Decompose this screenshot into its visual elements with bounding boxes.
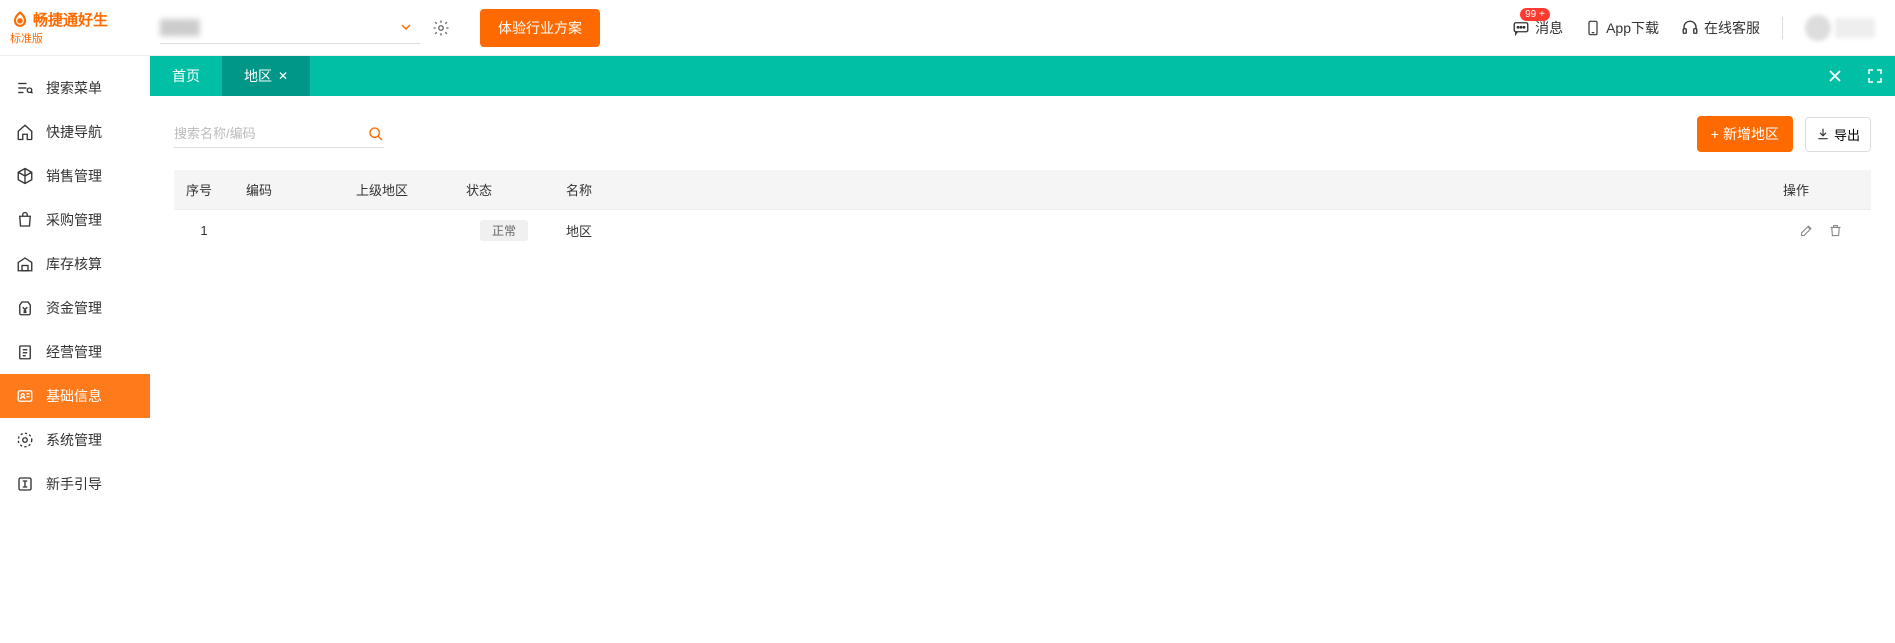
system-icon [16,431,34,449]
logo-text: 畅捷通好生 [33,9,108,30]
th-code: 编码 [234,170,344,210]
sidebar-label: 采购管理 [46,210,102,230]
th-status: 状态 [454,170,554,210]
sidebar-item-finance[interactable]: 资金管理 [0,286,150,330]
sidebar-item-guide[interactable]: 新手引导 [0,462,150,506]
message-link[interactable]: 99 + 消息 [1512,18,1563,38]
experience-button[interactable]: 体验行业方案 [480,9,600,47]
cell-seq: 1 [174,210,234,252]
tab-label: 地区 [244,66,272,86]
sidebar-label: 销售管理 [46,166,102,186]
sidebar-item-purchase[interactable]: 采购管理 [0,198,150,242]
message-label: 消息 [1535,18,1563,38]
online-service-link[interactable]: 在线客服 [1681,18,1760,38]
toolbar: + 新增地区 导出 [174,116,1871,152]
id-card-icon [16,387,34,405]
avatar [1805,15,1831,41]
sidebar-item-quick-nav[interactable]: 快捷导航 [0,110,150,154]
close-all-tabs-button[interactable] [1815,56,1855,96]
sidebar-label: 经营管理 [46,342,102,362]
sidebar-item-system[interactable]: 系统管理 [0,418,150,462]
search-wrap [174,120,384,148]
sidebar-item-sales[interactable]: 销售管理 [0,154,150,198]
export-button[interactable]: 导出 [1805,117,1871,152]
th-seq: 序号 [174,170,234,210]
clipboard-icon [16,343,34,361]
th-op: 操作 [1771,170,1871,210]
gear-icon[interactable] [432,19,450,37]
fullscreen-icon [1868,69,1882,83]
logo-icon [10,10,30,30]
app-download-link[interactable]: App下载 [1585,18,1659,38]
tab-region[interactable]: 地区 ✕ [222,56,310,96]
tab-home[interactable]: 首页 [150,56,222,96]
sidebar: 搜索菜单 快捷导航 销售管理 采购管理 库存核算 资金管理 经营管理 基础信息 [0,56,150,643]
message-icon [1512,19,1530,37]
app-download-label: App下载 [1606,18,1659,38]
close-icon[interactable]: ✕ [278,69,288,83]
sidebar-label: 新手引导 [46,474,102,494]
fullscreen-button[interactable] [1855,56,1895,96]
table-row: 1 正常 地区 [174,210,1871,252]
th-name: 名称 [554,170,1771,210]
search-icon[interactable] [368,126,384,142]
company-selector[interactable]: ████ [160,12,420,44]
header: 畅捷通好生 标准版 ████ 体验行业方案 99 + 消息 App下载 在线客服 [0,0,1895,56]
money-icon [16,299,34,317]
edit-icon[interactable] [1799,223,1814,238]
phone-icon [1585,19,1601,37]
sidebar-label: 资金管理 [46,298,102,318]
sidebar-item-basic-info[interactable]: 基础信息 [0,374,150,418]
status-badge: 正常 [480,220,528,241]
sidebar-item-inventory[interactable]: 库存核算 [0,242,150,286]
cell-name: 地区 [554,210,1771,252]
sidebar-item-search-menu[interactable]: 搜索菜单 [0,66,150,110]
cell-status: 正常 [454,210,554,252]
cell-op [1771,210,1871,252]
delete-icon[interactable] [1828,223,1843,238]
export-button-label: 导出 [1834,125,1860,144]
content: + 新增地区 导出 序号 编码 上级地区 状态 名称 操作 [150,96,1895,643]
company-name: ████ [160,19,392,35]
main: 首页 地区 ✕ [150,56,1895,643]
sidebar-item-business[interactable]: 经营管理 [0,330,150,374]
export-icon [1816,127,1830,141]
search-menu-icon [16,79,34,97]
th-parent: 上级地区 [344,170,454,210]
online-service-label: 在线客服 [1704,18,1760,38]
logo-subtitle: 标准版 [10,30,150,46]
logo: 畅捷通好生 标准版 [0,9,150,46]
avatar-group[interactable] [1805,15,1875,41]
cell-parent [344,210,454,252]
add-button-label: 新增地区 [1723,124,1779,144]
headset-icon [1681,19,1699,37]
header-right: 99 + 消息 App下载 在线客服 [1512,15,1875,41]
sidebar-label: 基础信息 [46,386,102,406]
region-table: 序号 编码 上级地区 状态 名称 操作 1 正常 [174,170,1871,251]
plus-icon: + [1711,126,1719,142]
sidebar-label: 库存核算 [46,254,102,274]
message-badge: 99 + [1520,8,1550,21]
divider [1782,17,1783,39]
warehouse-icon [16,255,34,273]
search-input[interactable] [174,120,368,147]
sidebar-label: 快捷导航 [46,122,102,142]
chevron-down-icon [400,21,412,33]
close-icon [1828,69,1842,83]
sidebar-label: 系统管理 [46,430,102,450]
sales-icon [16,167,34,185]
tab-label: 首页 [172,66,200,86]
sidebar-label: 搜索菜单 [46,78,102,98]
guide-icon [16,475,34,493]
tabbar: 首页 地区 ✕ [150,56,1895,96]
bag-icon [16,211,34,229]
cell-code [234,210,344,252]
home-icon [16,123,34,141]
add-region-button[interactable]: + 新增地区 [1697,116,1793,152]
